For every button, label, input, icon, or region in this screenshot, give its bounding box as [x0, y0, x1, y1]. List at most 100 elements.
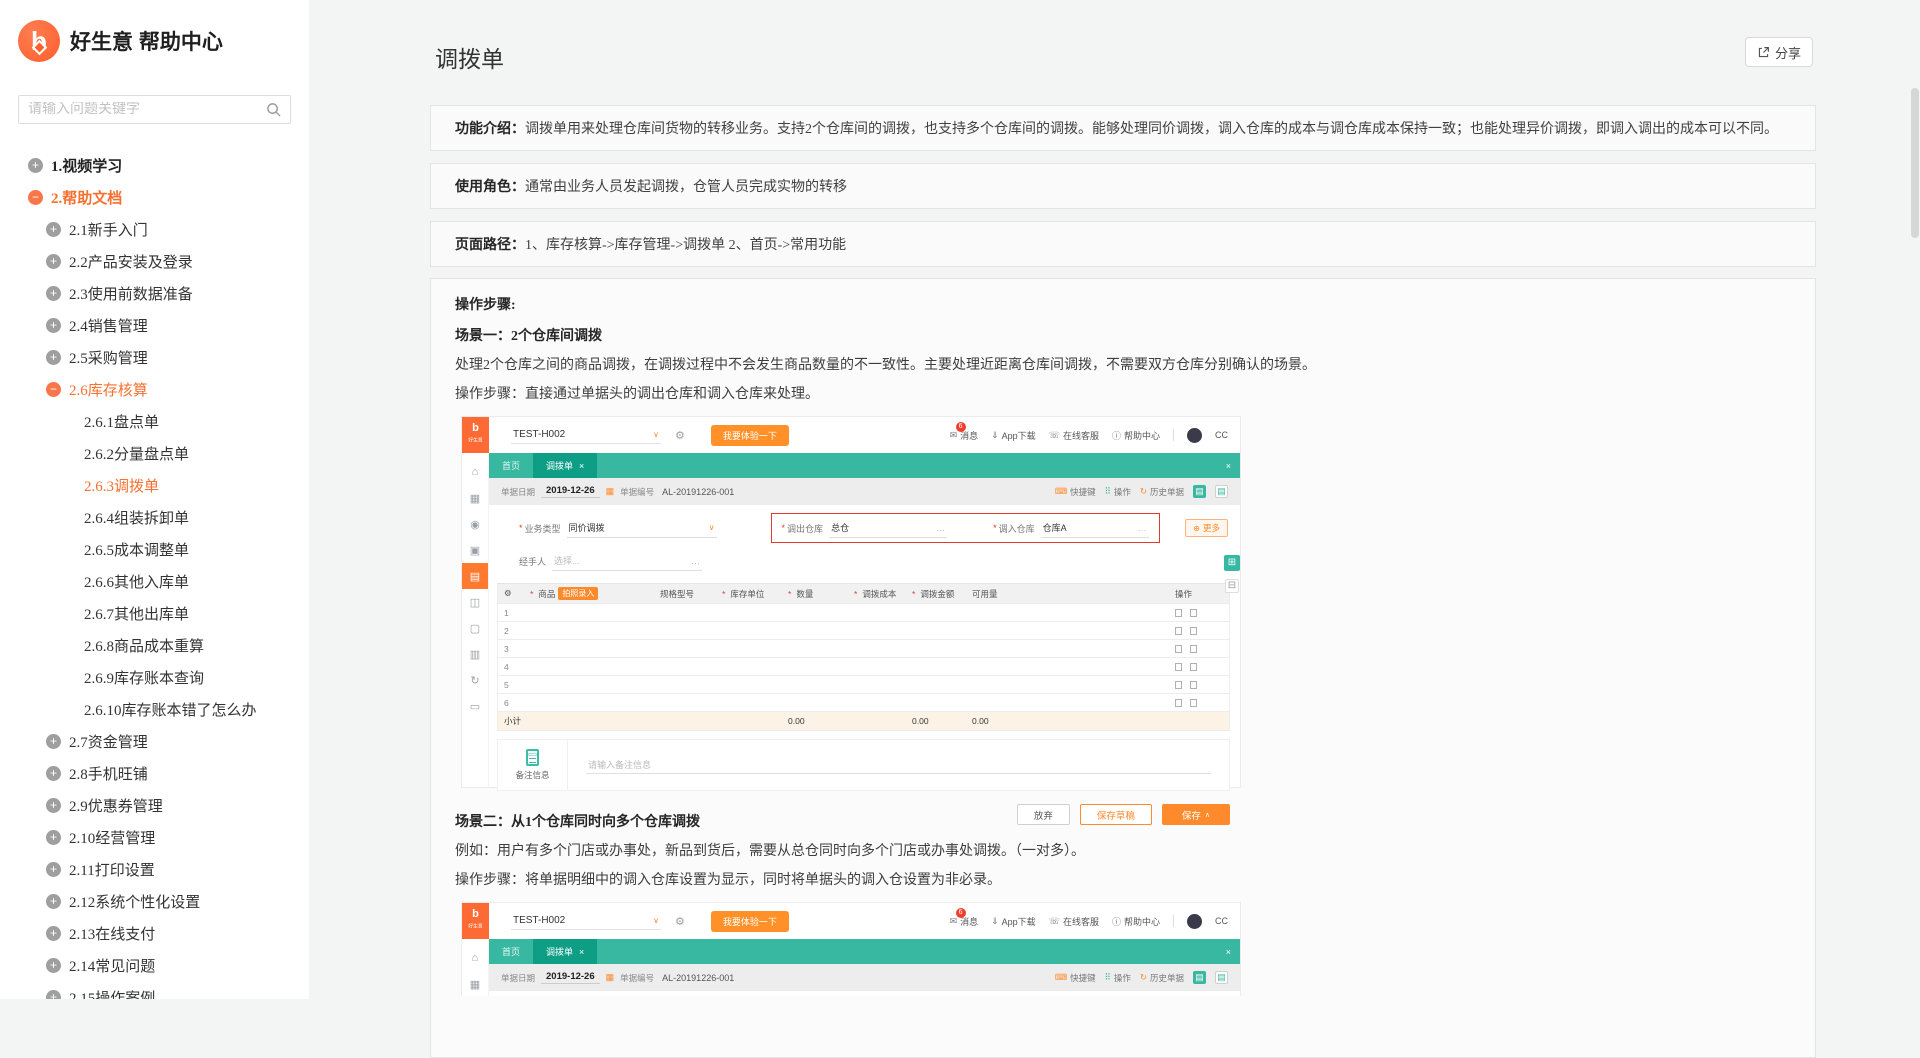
collapse-icon[interactable]: −: [28, 189, 43, 205]
expand-icon[interactable]: +: [46, 349, 61, 365]
search-input[interactable]: [28, 101, 266, 118]
embedded-app-screenshot: b好生意 ⌂ ▦ ◉ ▣ ▤ ◫ ▢ ▥ ↻ ▭ TEST-H002∨ ⚙ 我要…: [461, 416, 1241, 825]
expand-icon[interactable]: +: [46, 797, 61, 813]
close-icon: ×: [579, 460, 585, 471]
sidebar-item[interactable]: 2.6.4组装拆卸单: [0, 501, 309, 533]
sidebar-item[interactable]: +2.2产品安装及登录: [0, 245, 309, 277]
mock-company-select: TEST-H002 ∨: [511, 912, 661, 930]
sidebar-item[interactable]: −2.帮助文档: [0, 181, 309, 213]
view-toggle-icon: ▤: [1193, 485, 1206, 498]
expand-icon[interactable]: +: [28, 157, 43, 173]
share-button[interactable]: 分享: [1745, 37, 1813, 67]
sidebar-item[interactable]: +2.15操作案例: [0, 981, 309, 999]
share-label: 分享: [1774, 45, 1801, 61]
copy-row-icon: [1175, 608, 1182, 617]
scene2-description: 例如：用户有多个门店或办事处，新品到货后，需要从总仓同时向多个门店或办事处调拨。…: [455, 844, 1085, 859]
ellipsis-icon: …: [936, 522, 946, 533]
sidebar-item[interactable]: 2.6.6其他入库单: [0, 565, 309, 597]
copy-row-icon: [1175, 680, 1182, 689]
mock-logo: b 好生意: [462, 417, 489, 453]
sidebar-item[interactable]: 2.6.5成本调整单: [0, 533, 309, 565]
sidebar-item[interactable]: +2.14常见问题: [0, 949, 309, 981]
mock-service-item: ☏ 在线客服: [1048, 429, 1099, 441]
screenshot-scene2: b好生意 ⌂ ▦ ◉ ▣ ▤ ◫ ▢ ▥ ↻ ▭ TEST-H002∨ ⚙ 我要…: [461, 902, 1243, 996]
copy-row-icon: [1175, 698, 1182, 707]
mock-more-button: ⊕ 更多: [1185, 519, 1228, 537]
sidebar-item[interactable]: 2.6.7其他出库单: [0, 597, 309, 629]
mock-nav-rail: b好生意 ⌂ ▦ ◉ ▣ ▤ ◫ ▢ ▥ ↻ ▭: [462, 903, 489, 996]
expand-icon[interactable]: +: [46, 765, 61, 781]
sidebar-item-label: 2.6.7其他出库单: [84, 606, 190, 623]
mock-footer: 放弃 保存草稿 保存 ∧: [489, 798, 1240, 825]
sidebar-item-label: 2.6库存核算: [69, 382, 148, 399]
sidebar-item[interactable]: 2.6.2分量盘点单: [0, 437, 309, 469]
page-scrollbar-thumb[interactable]: [1911, 88, 1919, 238]
brand: b 好生意 帮助中心: [0, 0, 309, 62]
search-box[interactable]: [18, 95, 291, 124]
mock-column-header: 操作: [1175, 588, 1193, 599]
ellipsis-icon: …: [691, 555, 701, 566]
sidebar-item[interactable]: +2.9优惠券管理: [0, 789, 309, 821]
expand-icon[interactable]: +: [46, 989, 61, 999]
sidebar-item[interactable]: +2.10经营管理: [0, 821, 309, 853]
mock-remark-section: 备注信息 请输入备注信息: [497, 739, 1230, 791]
search-icon[interactable]: [266, 102, 281, 117]
sidebar-item[interactable]: 2.6.8商品成本重算: [0, 629, 309, 661]
mock-message-item: 6 ✉ 消息: [949, 907, 979, 927]
sidebar-item[interactable]: +2.13在线支付: [0, 917, 309, 949]
sidebar-item[interactable]: +2.8手机旺铺: [0, 757, 309, 789]
mock-out-warehouse-field: * 调出仓库 总仓…: [782, 518, 948, 538]
mock-doc-toolbar: 单据日期 2019-12-26 ▦ 单据编号 AL-20191226-001 ⌨…: [489, 478, 1240, 505]
chevron-down-icon: ∨: [653, 916, 659, 925]
sidebar-item[interactable]: +2.4销售管理: [0, 309, 309, 341]
mock-doc-icon: ▭: [469, 700, 481, 713]
sidebar-item[interactable]: +1.视频学习: [0, 149, 309, 181]
expand-icon[interactable]: +: [46, 893, 61, 909]
sidebar-item[interactable]: 2.6.10库存账本错了怎么办: [0, 693, 309, 725]
sidebar-item[interactable]: −2.6库存核算: [0, 373, 309, 405]
collapse-icon[interactable]: −: [46, 381, 61, 397]
expand-icon[interactable]: +: [46, 285, 61, 301]
badge: 6: [955, 907, 966, 918]
expand-icon[interactable]: +: [46, 861, 61, 877]
expand-icon[interactable]: +: [46, 221, 61, 237]
expand-icon[interactable]: +: [46, 317, 61, 333]
expand-icon[interactable]: +: [46, 829, 61, 845]
sidebar-item[interactable]: +2.7资金管理: [0, 725, 309, 757]
sidebar-item[interactable]: 2.6.3调拨单: [0, 469, 309, 501]
mock-form: *业务类型 同价调拨∨ *调出仓库 总仓… *调入仓库 仓库A… ⊕更多: [489, 991, 1240, 996]
save-draft-button: 保存草稿: [1079, 804, 1152, 825]
sidebar-item-label: 2.9优惠券管理: [69, 798, 163, 815]
mock-history-item: ↻ 历史单据: [1139, 972, 1184, 983]
mock-help-item: ⓘ 帮助中心: [1111, 430, 1160, 441]
sidebar-item-label: 2.6.5成本调整单: [84, 542, 190, 559]
mock-inventory-icon: ▤: [462, 563, 488, 589]
sidebar-item[interactable]: +2.3使用前数据准备: [0, 277, 309, 309]
sidebar-item-label: 2.6.4组装拆卸单: [84, 510, 190, 527]
info-icon: ⓘ: [1111, 916, 1121, 927]
keyboard-icon: ⌨: [1054, 972, 1068, 982]
expand-panel-icon: ⊞: [1224, 555, 1240, 571]
embedded-app-screenshot: b好生意 ⌂ ▦ ◉ ▣ ▤ ◫ ▢ ▥ ↻ ▭ TEST-H002∨ ⚙ 我要…: [461, 902, 1241, 996]
sidebar-item[interactable]: +2.5采购管理: [0, 341, 309, 373]
sidebar-item[interactable]: 2.6.9库存账本查询: [0, 661, 309, 693]
scene1-step: 操作步骤：直接通过单据头的调出仓库和调入仓库来处理。: [455, 387, 819, 402]
expand-icon[interactable]: +: [46, 925, 61, 941]
calendar-icon: ▦: [605, 486, 615, 496]
close-icon: ×: [1225, 946, 1231, 957]
mock-column-header: * 调拨成本: [854, 588, 897, 599]
mock-in-warehouse-field: * 调入仓库 仓库A…: [993, 518, 1149, 538]
sidebar-item-label: 2.8手机旺铺: [69, 766, 148, 783]
sidebar-item[interactable]: +2.11打印设置: [0, 853, 309, 885]
sidebar-item[interactable]: +2.1新手入门: [0, 213, 309, 245]
expand-icon[interactable]: +: [46, 957, 61, 973]
brand-title: 好生意 帮助中心: [70, 31, 223, 54]
mock-tabbar: 首页 调拨单 × ×: [489, 453, 1240, 478]
mock-box-icon: ▢: [469, 622, 481, 635]
sidebar-item[interactable]: +2.12系统个性化设置: [0, 885, 309, 917]
expand-icon[interactable]: +: [46, 733, 61, 749]
expand-icon[interactable]: +: [46, 253, 61, 269]
mock-calendar-icon: ▦: [469, 492, 481, 505]
sidebar-item-label: 2.6.10库存账本错了怎么办: [84, 702, 257, 719]
sidebar-item[interactable]: 2.6.1盘点单: [0, 405, 309, 437]
